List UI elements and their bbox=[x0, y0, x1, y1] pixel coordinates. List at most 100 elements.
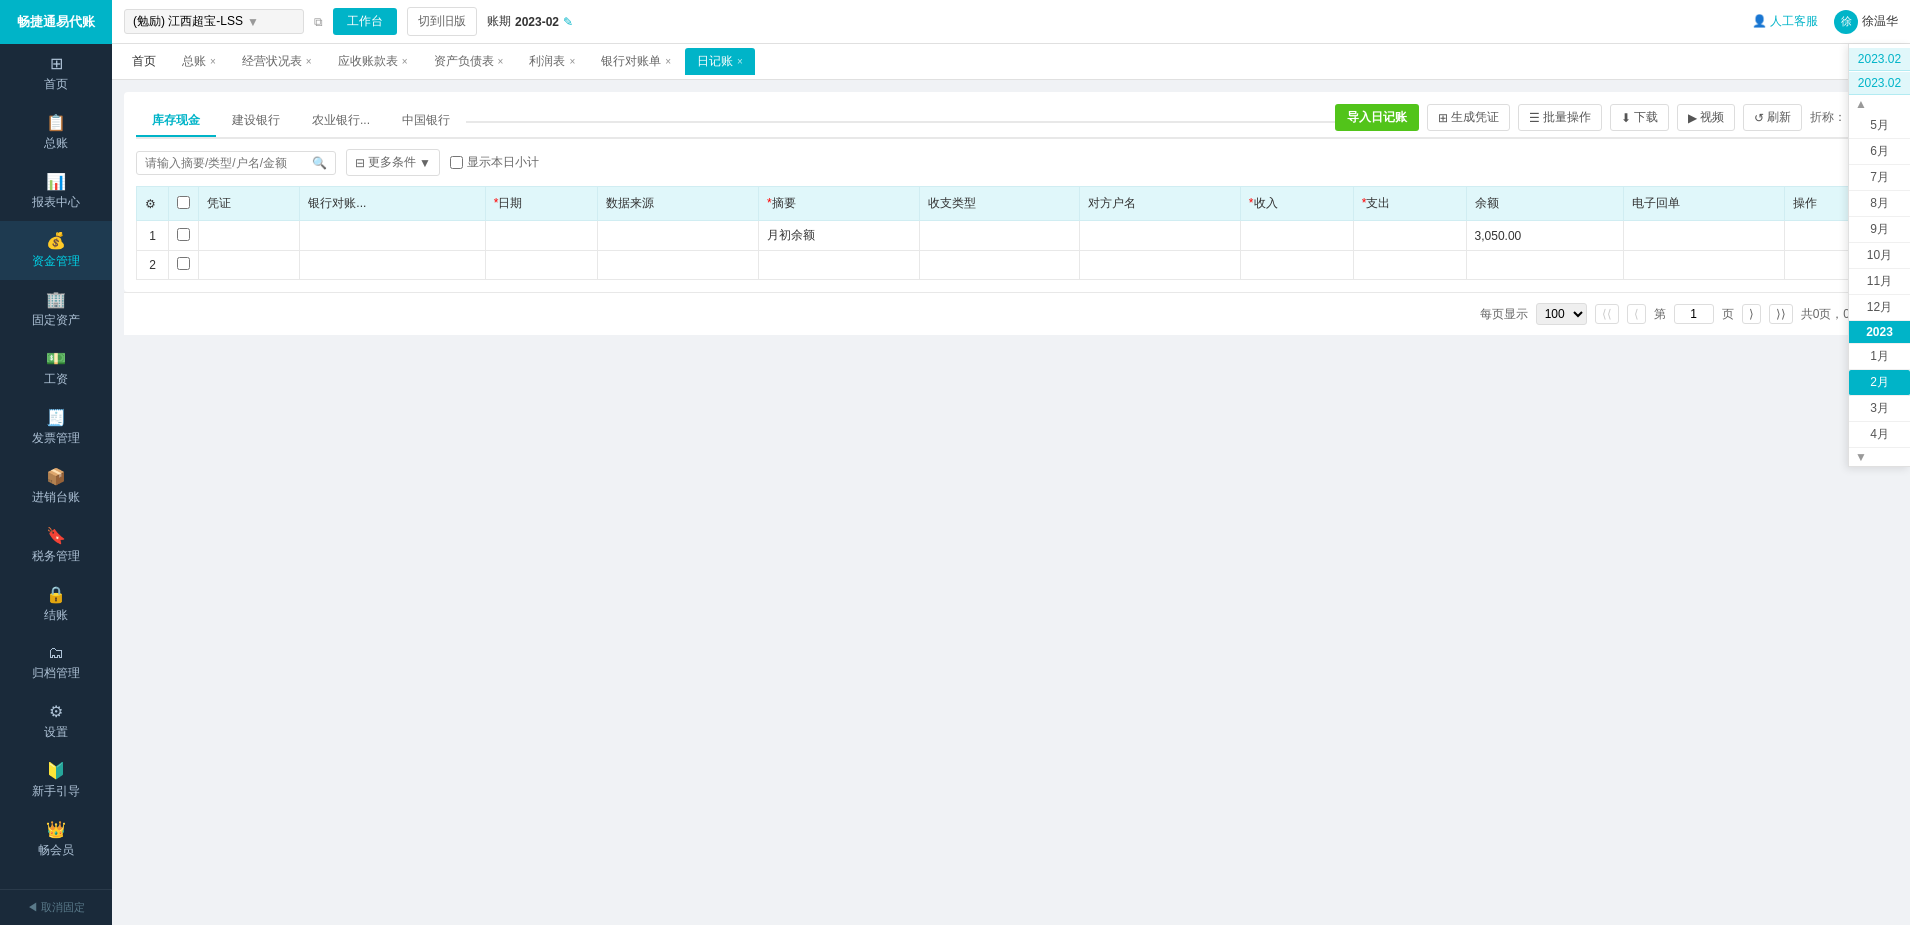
row-payment-type bbox=[919, 251, 1080, 280]
select-all-checkbox[interactable] bbox=[177, 196, 190, 209]
period-edit-icon[interactable]: ✎ bbox=[563, 15, 573, 29]
video-button[interactable]: ▶ 视频 bbox=[1677, 104, 1735, 131]
sidebar-item-member[interactable]: 👑 畅会员 bbox=[0, 810, 112, 869]
tab-profit[interactable]: 利润表 × bbox=[517, 48, 587, 75]
sidebar-item-settings[interactable]: ⚙ 设置 bbox=[0, 692, 112, 751]
tab-business-close[interactable]: × bbox=[306, 56, 312, 67]
tab-assets-close[interactable]: × bbox=[498, 56, 504, 67]
row-checkbox-cell bbox=[169, 221, 199, 251]
payroll-icon: 💵 bbox=[46, 349, 66, 368]
company-selector[interactable]: (勉励) 江西超宝-LSS ▼ bbox=[124, 9, 304, 34]
prev-page-button[interactable]: ⟨ bbox=[1627, 304, 1646, 324]
sub-tab-boc[interactable]: 中国银行 bbox=[386, 106, 466, 137]
tab-home-label: 首页 bbox=[132, 53, 156, 70]
date-nav-up[interactable]: ▲ bbox=[1855, 97, 1867, 111]
currency-prefix: 折称： bbox=[1810, 109, 1846, 126]
date-year-2023: 2023 bbox=[1849, 321, 1910, 344]
batch-op-button[interactable]: ☰ 批量操作 bbox=[1518, 104, 1602, 131]
row-checkbox[interactable] bbox=[177, 228, 190, 241]
sidebar-item-invoice[interactable]: 🧾 发票管理 bbox=[0, 398, 112, 457]
row-expense bbox=[1353, 221, 1466, 251]
tab-business[interactable]: 经营状况表 × bbox=[230, 48, 324, 75]
tab-bar: 首页 总账 × 经营状况表 × 应收账款表 × 资产负债表 × 利润表 × 银行… bbox=[112, 44, 1910, 80]
tab-journal-close[interactable]: × bbox=[737, 56, 743, 67]
col-bank-account: 银行对账... bbox=[300, 187, 485, 221]
import-journal-button[interactable]: 导入日记账 bbox=[1335, 104, 1419, 131]
last-page-button[interactable]: ⟩⟩ bbox=[1769, 304, 1793, 324]
col-settings[interactable]: ⚙ bbox=[137, 187, 169, 221]
row-checkbox[interactable] bbox=[177, 257, 190, 270]
show-daily-subtotal-label[interactable]: 显示本日小计 bbox=[450, 154, 539, 171]
page-size-label: 每页显示 bbox=[1480, 306, 1528, 323]
tab-receivable[interactable]: 应收账款表 × bbox=[326, 48, 420, 75]
tab-home[interactable]: 首页 bbox=[120, 48, 168, 75]
date-nav-down[interactable]: ▼ bbox=[1855, 450, 1867, 464]
table-row: 1 月初余额 3,050.00 bbox=[137, 221, 1886, 251]
date-month-7[interactable]: 7月 bbox=[1849, 165, 1910, 191]
sub-tab-cash[interactable]: 库存现金 bbox=[136, 106, 216, 137]
date-month-8[interactable]: 8月 bbox=[1849, 191, 1910, 217]
more-filter-button[interactable]: ⊟ 更多条件 ▼ bbox=[346, 149, 440, 176]
sidebar-item-archive[interactable]: 🗂 归档管理 bbox=[0, 634, 112, 692]
main-area: (勉励) 江西超宝-LSS ▼ ⧉ 工作台 切到旧版 账期 2023-02 ✎ … bbox=[112, 0, 1910, 925]
sidebar-item-tax[interactable]: 🔖 税务管理 bbox=[0, 516, 112, 575]
tab-journal[interactable]: 日记账 × bbox=[685, 48, 755, 75]
first-page-button[interactable]: ⟨⟨ bbox=[1595, 304, 1619, 324]
tab-bank-reconcile-close[interactable]: × bbox=[665, 56, 671, 67]
tab-bank-reconcile[interactable]: 银行对账单 × bbox=[589, 48, 683, 75]
batch-op-icon: ☰ bbox=[1529, 111, 1540, 125]
company-label: (勉励) 江西超宝-LSS bbox=[133, 13, 243, 30]
date-month-12[interactable]: 12月 bbox=[1849, 295, 1910, 321]
close-period-icon: 🔒 bbox=[46, 585, 66, 604]
sidebar-item-guide[interactable]: 🔰 新手引导 bbox=[0, 751, 112, 810]
sidebar-item-label: 税务管理 bbox=[32, 548, 80, 565]
search-input[interactable] bbox=[145, 156, 308, 170]
sidebar-item-fixed-assets[interactable]: 🏢 固定资产 bbox=[0, 280, 112, 339]
sidebar-item-reports[interactable]: 📊 报表中心 bbox=[0, 162, 112, 221]
tab-ledger-close[interactable]: × bbox=[210, 56, 216, 67]
sidebar-item-payroll[interactable]: 💵 工资 bbox=[0, 339, 112, 398]
date-month-6[interactable]: 6月 bbox=[1849, 139, 1910, 165]
sub-tab-ccb[interactable]: 建设银行 bbox=[216, 106, 296, 137]
sidebar-item-label: 新手引导 bbox=[32, 783, 80, 800]
filter-arrow-icon: ▼ bbox=[419, 156, 431, 170]
generate-voucher-button[interactable]: ⊞ 生成凭证 bbox=[1427, 104, 1510, 131]
download-button[interactable]: ⬇ 下载 bbox=[1610, 104, 1669, 131]
date-month-4[interactable]: 4月 bbox=[1849, 422, 1910, 448]
date-nav: ▲ bbox=[1849, 95, 1910, 113]
unpin-sidebar[interactable]: ◀ 取消固定 bbox=[0, 889, 112, 925]
date-month-1[interactable]: 1月 bbox=[1849, 344, 1910, 370]
customer-service-button[interactable]: 👤 人工客服 bbox=[1752, 13, 1818, 30]
next-page-button[interactable]: ⟩ bbox=[1742, 304, 1761, 324]
refresh-button[interactable]: ↺ 刷新 bbox=[1743, 104, 1802, 131]
tab-assets[interactable]: 资产负债表 × bbox=[422, 48, 516, 75]
show-daily-subtotal-checkbox[interactable] bbox=[450, 156, 463, 169]
date-month-9[interactable]: 9月 bbox=[1849, 217, 1910, 243]
sidebar-item-label: 归档管理 bbox=[32, 665, 80, 682]
sidebar-item-assets-mgmt[interactable]: 💰 资金管理 bbox=[0, 221, 112, 280]
page-number-input[interactable] bbox=[1674, 304, 1714, 324]
search-icon[interactable]: 🔍 bbox=[312, 156, 327, 170]
sidebar-item-home[interactable]: ⊞ 首页 bbox=[0, 44, 112, 103]
sub-tab-abc[interactable]: 农业银行... bbox=[296, 106, 386, 137]
date-month-11[interactable]: 11月 bbox=[1849, 269, 1910, 295]
tab-receivable-close[interactable]: × bbox=[402, 56, 408, 67]
workbench-button[interactable]: 工作台 bbox=[333, 8, 397, 35]
reports-icon: 📊 bbox=[46, 172, 66, 191]
sidebar-item-label: 工资 bbox=[44, 371, 68, 388]
sidebar-item-sales[interactable]: 📦 进销台账 bbox=[0, 457, 112, 516]
sidebar-item-close[interactable]: 🔒 结账 bbox=[0, 575, 112, 634]
old-version-button[interactable]: 切到旧版 bbox=[407, 7, 477, 36]
date-month-10[interactable]: 10月 bbox=[1849, 243, 1910, 269]
tab-ledger[interactable]: 总账 × bbox=[170, 48, 228, 75]
date-month-5[interactable]: 5月 bbox=[1849, 113, 1910, 139]
row-electronic bbox=[1623, 251, 1784, 280]
journal-card: 库存现金 建设银行 农业银行... 中国银行 导入日记账 ⊞ 生成凭 bbox=[124, 92, 1898, 292]
date-month-3[interactable]: 3月 bbox=[1849, 396, 1910, 422]
date-month-2[interactable]: 2月 bbox=[1849, 370, 1910, 396]
sidebar-item-ledger[interactable]: 📋 总账 bbox=[0, 103, 112, 162]
copy-icon[interactable]: ⧉ bbox=[314, 15, 323, 29]
row-income bbox=[1240, 251, 1353, 280]
page-size-select[interactable]: 50 100 200 bbox=[1536, 303, 1587, 325]
tab-profit-close[interactable]: × bbox=[569, 56, 575, 67]
